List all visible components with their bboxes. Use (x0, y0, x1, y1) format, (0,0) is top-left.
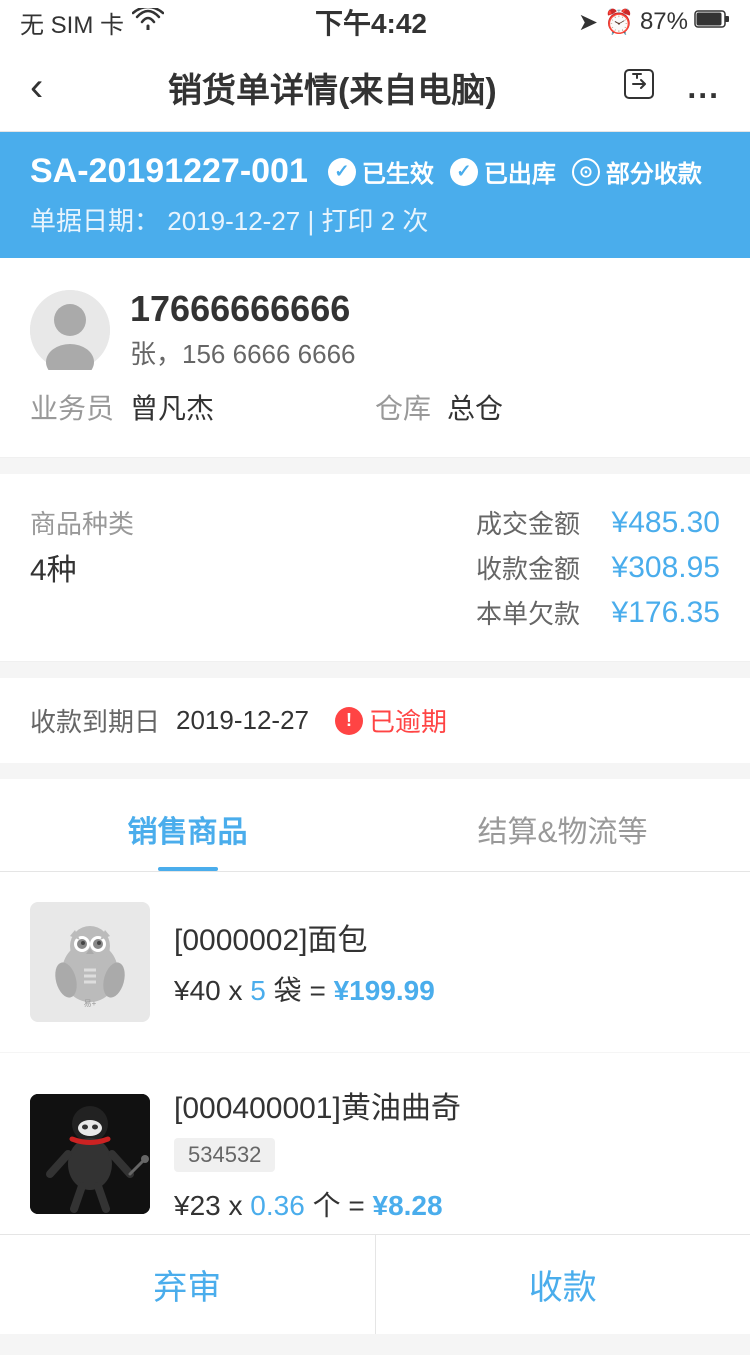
customer-section: 17666666666 张，156 6666 6666 业务员 曾凡杰 仓库 总… (0, 258, 750, 458)
amount-label-received: 收款金额 (476, 549, 580, 586)
summary-section: 商品种类 4种 成交金额 ¥485.30 收款金额 ¥308.95 本单欠款 ¥… (0, 474, 750, 662)
amount-label-total: 成交金额 (476, 504, 580, 541)
check-icon-shipped: ✓ (450, 158, 478, 186)
back-button[interactable]: ‹ (30, 65, 43, 110)
amount-label-owed: 本单欠款 (476, 594, 580, 631)
page-title: 销货单详情(来自电脑) (168, 63, 497, 112)
product-thumb-1: 易+ (30, 902, 150, 1022)
bottom-bar: 弃审 收款 (0, 1234, 750, 1334)
wifi-icon (132, 8, 164, 37)
product-item-1: 易+ [0000002]面包 ¥40 x 5 袋 = ¥199.99 (0, 872, 750, 1053)
tab-settlement[interactable]: 结算&物流等 (375, 779, 750, 871)
salesperson-label: 业务员 (30, 387, 114, 427)
amount-row-total: 成交金额 ¥485.30 (476, 504, 720, 541)
status-tags: ✓ 已生效 ✓ 已出库 ⊙ 部分收款 (328, 154, 702, 189)
nav-bar: ‹ 销货单详情(来自电脑) ... (0, 44, 750, 132)
tabs-section: 销售商品 结算&物流等 (0, 779, 750, 872)
summary-grid: 商品种类 4种 成交金额 ¥485.30 收款金额 ¥308.95 本单欠款 ¥… (30, 504, 720, 631)
summary-amounts: 成交金额 ¥485.30 收款金额 ¥308.95 本单欠款 ¥176.35 (476, 504, 720, 631)
tab-products[interactable]: 销售商品 (0, 779, 375, 871)
customer-row: 17666666666 张，156 6666 6666 (30, 288, 720, 371)
carrier-text: 无 SIM 卡 (20, 5, 124, 40)
product-name-1: [0000002]面包 (174, 915, 720, 959)
product-info-2: [000400001]黄油曲奇 534532 ¥23 x 0.36 个 = ¥8… (174, 1083, 720, 1224)
customer-phone: 17666666666 (130, 288, 356, 330)
amount-value-received: ¥308.95 (600, 551, 720, 585)
warehouse-label: 仓库 (375, 387, 431, 427)
due-label: 收款到期日 (30, 702, 160, 739)
order-id-text: SA-20191227-001 (30, 152, 308, 191)
nav-actions: ... (621, 66, 720, 109)
share-icon[interactable] (621, 66, 657, 109)
battery-icon (694, 8, 730, 36)
overdue-badge: ! 已逾期 (335, 702, 447, 739)
location-icon: ➤ (578, 8, 598, 37)
alarm-icon: ⏰ (604, 8, 634, 37)
types-label: 商品种类 (30, 504, 134, 541)
customer-avatar (30, 290, 110, 370)
types-value: 4种 (30, 545, 134, 589)
order-header-banner: SA-20191227-001 ✓ 已生效 ✓ 已出库 ⊙ 部分收款 单据日期：… (0, 132, 750, 258)
overdue-text: 已逾期 (369, 702, 447, 739)
confirm-button[interactable]: 收款 (376, 1235, 750, 1334)
product-sku-2: 534532 (174, 1138, 275, 1172)
amount-row-received: 收款金额 ¥308.95 (476, 549, 720, 586)
overdue-icon: ! (335, 707, 363, 735)
product-price-2: ¥23 x 0.36 个 = ¥8.28 (174, 1184, 720, 1224)
product-price-1: ¥40 x 5 袋 = ¥199.99 (174, 969, 720, 1009)
customer-info: 17666666666 张，156 6666 6666 (130, 288, 356, 371)
tabs-row: 销售商品 结算&物流等 (0, 779, 750, 871)
due-date-value: 2019-12-27 (176, 705, 309, 736)
amount-value-total: ¥485.30 (600, 506, 720, 540)
order-date: 单据日期： 2019-12-27 | 打印 2 次 (30, 201, 720, 238)
products-list: 易+ [0000002]面包 ¥40 x 5 袋 = ¥199.99 (0, 872, 750, 1255)
salesperson-value: 曾凡杰 (130, 387, 214, 427)
summary-types: 商品种类 4种 (30, 504, 134, 589)
status-time: 下午4:42 (315, 2, 427, 42)
clock-icon: ⊙ (572, 158, 600, 186)
status-bar: 无 SIM 卡 下午4:42 ➤ ⏰ 87% (0, 0, 750, 44)
check-icon-active: ✓ (328, 158, 356, 186)
product-thumb-2 (30, 1094, 150, 1214)
cancel-button[interactable]: 弃审 (0, 1235, 376, 1334)
battery-text: 87% (640, 8, 688, 36)
product-name-2: [000400001]黄油曲奇 (174, 1083, 720, 1127)
customer-name-sub: 张，156 6666 6666 (130, 334, 356, 371)
status-left: 无 SIM 卡 (20, 5, 164, 40)
status-active: ✓ 已生效 (328, 154, 434, 189)
status-partial: ⊙ 部分收款 (572, 154, 702, 189)
amount-value-owed: ¥176.35 (600, 596, 720, 630)
more-icon[interactable]: ... (687, 69, 720, 106)
warehouse-item: 仓库 总仓 (375, 387, 720, 427)
status-shipped: ✓ 已出库 (450, 154, 556, 189)
product-info-1: [0000002]面包 ¥40 x 5 袋 = ¥199.99 (174, 915, 720, 1009)
salesperson-item: 业务员 曾凡杰 (30, 387, 375, 427)
due-date-section: 收款到期日 2019-12-27 ! 已逾期 (0, 678, 750, 763)
warehouse-value: 总仓 (447, 387, 503, 427)
status-right: ➤ ⏰ 87% (578, 8, 730, 37)
staff-info-row: 业务员 曾凡杰 仓库 总仓 (30, 387, 720, 427)
product-item-2: [000400001]黄油曲奇 534532 ¥23 x 0.36 个 = ¥8… (0, 1053, 750, 1255)
svg-text:易+: 易+ (84, 999, 97, 1008)
amount-row-owed: 本单欠款 ¥176.35 (476, 594, 720, 631)
